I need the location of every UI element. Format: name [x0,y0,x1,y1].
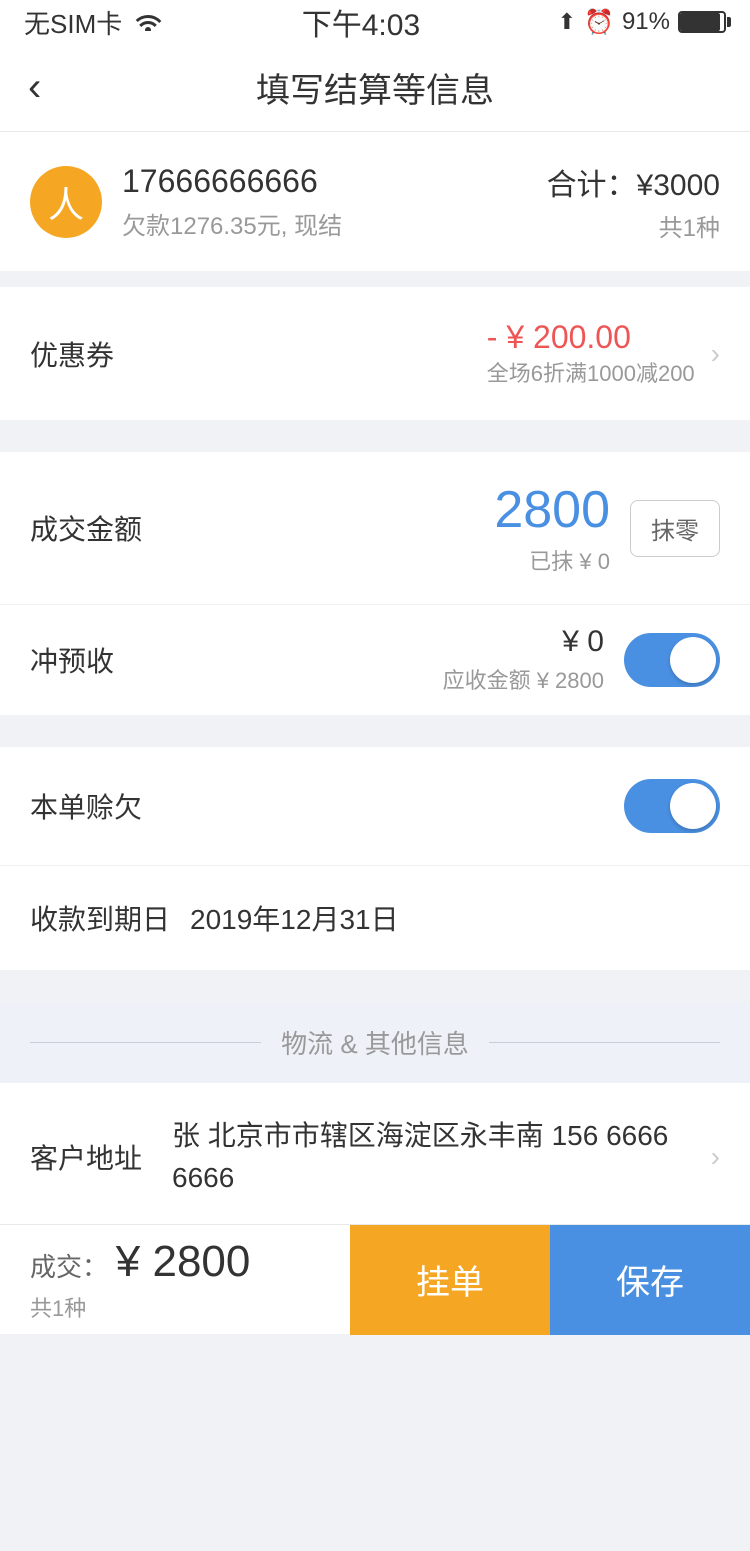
prepay-toggle[interactable] [624,633,720,687]
status-left: 无SIM卡 [24,4,164,41]
divider-2 [0,731,750,747]
prepay-values: ¥ 0 应收金额 ¥ 2800 [443,625,604,695]
status-bar: 无SIM卡 下午4:03 ⬆ ⏰ 91% [0,0,750,44]
logistics-label: 物流 & 其他信息 [281,1024,469,1061]
deal-amount-value: 2800 [494,480,610,540]
address-row[interactable]: 客户地址 张 北京市市辖区海淀区永丰南 156 6666 6666 › [0,1083,750,1231]
hang-button[interactable]: 挂单 [350,1225,550,1335]
deal-amount-label: 成交金额 [30,508,142,548]
content: 人 17666666666 欠款1276.35元, 现结 合计：¥3000 共1… [0,132,750,1551]
customer-right: 合计：¥3000 共1种 [547,160,720,243]
toggle-knob [670,637,716,683]
debt-toggle-knob [670,783,716,829]
nav-bar: ‹ 填写结算等信息 [0,44,750,132]
deal-amount-sub: 已抹 ¥ 0 [494,544,610,576]
page-title: 填写结算等信息 [256,63,494,112]
customer-sub: 欠款1276.35元, 现结 [122,206,342,241]
coupon-sub: 全场6折满1000减200 [487,356,695,388]
debt-toggle[interactable] [624,779,720,833]
prepay-label: 冲预收 [30,640,114,680]
bottom-deal-label: 成交： [30,1252,108,1282]
deal-right: 2800 已抹 ¥ 0 抹零 [494,480,720,576]
logistics-header: 物流 & 其他信息 [0,1002,750,1083]
total-value: 合计：¥3000 [547,160,720,204]
deal-section: 成交金额 2800 已抹 ¥ 0 抹零 冲预收 ¥ 0 应收金额 ¥ 2800 [0,452,750,715]
carrier-label: 无SIM卡 [24,4,122,41]
customer-left: 人 17666666666 欠款1276.35元, 现结 [30,163,342,241]
deal-amount-row: 成交金额 2800 已抹 ¥ 0 抹零 [0,452,750,605]
coupon-section: 优惠券 - ¥ 200.00 全场6折满1000减200 › [0,287,750,420]
address-label: 客户地址 [30,1137,142,1177]
logistics-line-right [489,1042,720,1043]
due-date-value: 2019年12月31日 [190,898,399,938]
customer-card: 人 17666666666 欠款1276.35元, 现结 合计：¥3000 共1… [0,132,750,271]
save-button[interactable]: 保存 [550,1225,750,1335]
bottom-count: 共1种 [30,1291,320,1323]
status-time: 下午4:03 [302,0,420,44]
debt-section: 本单赊欠 收款到期日 2019年12月31日 [0,747,750,970]
coupon-chevron-icon: › [711,338,720,370]
prepay-receivable: 应收金额 ¥ 2800 [443,663,604,695]
debt-row: 本单赊欠 [0,747,750,866]
prepay-row: 冲预收 ¥ 0 应收金额 ¥ 2800 [0,605,750,715]
due-date-label: 收款到期日 [30,898,170,938]
prepay-right: ¥ 0 应收金额 ¥ 2800 [443,625,720,695]
avatar: 人 [30,166,102,238]
wifi-icon [132,7,164,38]
coupon-row[interactable]: 优惠券 - ¥ 200.00 全场6折满1000减200 › [0,287,750,420]
debt-label: 本单赊欠 [30,786,142,826]
battery-icon [678,11,726,33]
prepay-amount: ¥ 0 [443,625,604,659]
divider-3 [0,986,750,1002]
logistics-line-left [30,1042,261,1043]
customer-phone: 17666666666 [122,163,342,200]
coupon-label: 优惠券 [30,334,114,374]
battery-label: 91% [622,8,670,36]
address-chevron-icon: › [711,1141,720,1173]
bottom-summary: 成交： ¥ 2800 共1种 [0,1237,350,1323]
address-value: 张 北京市市辖区海淀区永丰南 156 6666 6666 [172,1115,711,1199]
location-icon: ⬆ [558,9,576,35]
round-button[interactable]: 抹零 [630,500,720,557]
alarm-icon: ⏰ [584,8,614,37]
back-button[interactable]: ‹ [28,65,41,110]
coupon-info: - ¥ 200.00 全场6折满1000减200 [487,319,695,388]
total-count: 共1种 [547,208,720,243]
coupon-value: - ¥ 200.00 [487,319,695,356]
deal-amount-info: 2800 已抹 ¥ 0 [494,480,610,576]
bottom-bar: 成交： ¥ 2800 共1种 挂单 保存 [0,1224,750,1334]
customer-info: 17666666666 欠款1276.35元, 现结 [122,163,342,241]
divider-1 [0,436,750,452]
bottom-amount: ¥ 2800 [116,1237,251,1286]
coupon-right: - ¥ 200.00 全场6折满1000减200 › [487,319,720,388]
status-right: ⬆ ⏰ 91% [558,8,726,37]
due-date-row: 收款到期日 2019年12月31日 [0,866,750,970]
bottom-deal-row: 成交： ¥ 2800 [30,1237,320,1287]
